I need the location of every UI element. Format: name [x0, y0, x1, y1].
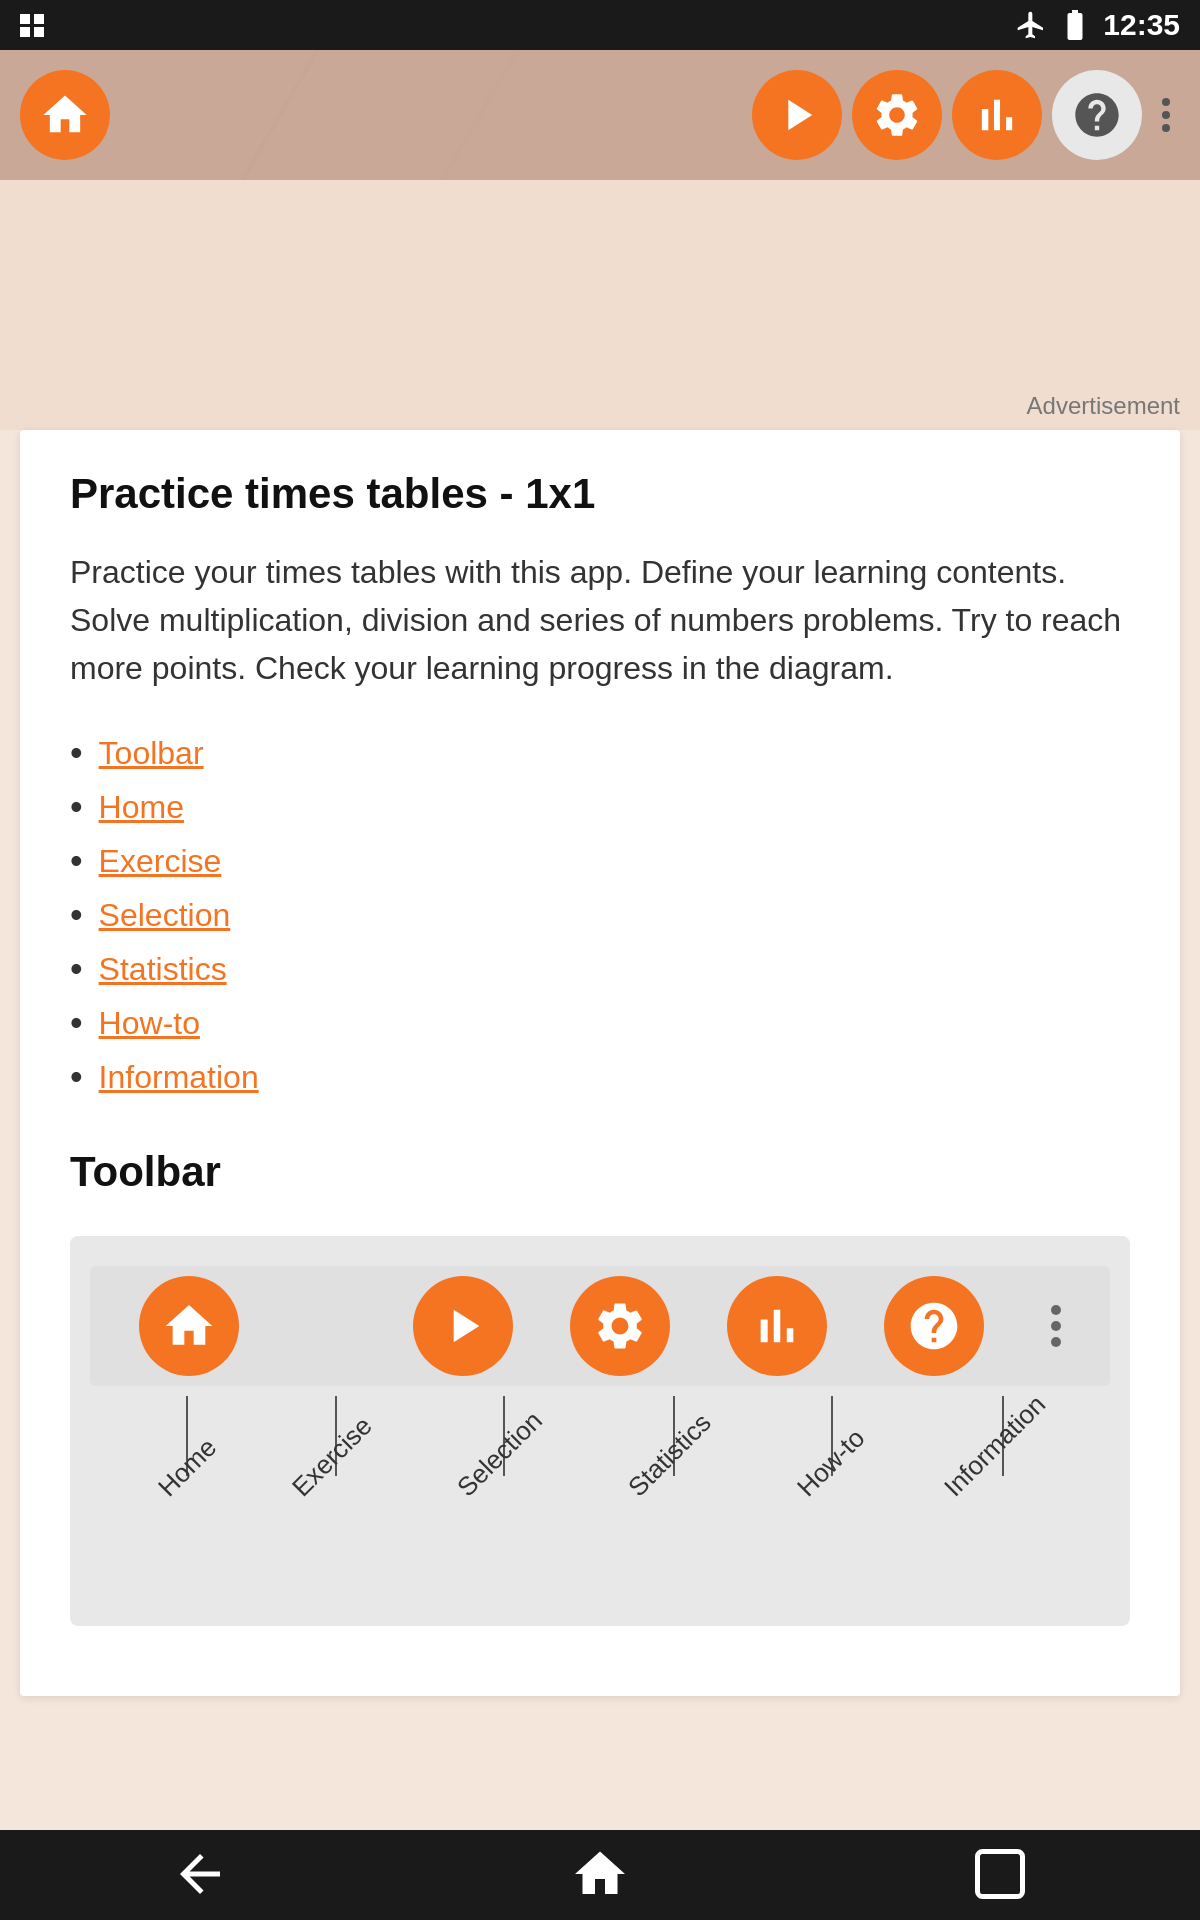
information-link[interactable]: Information — [99, 1059, 259, 1096]
label-selection: Selection — [451, 1396, 558, 1596]
status-bar-right: 12:35 — [1015, 7, 1180, 43]
label-information-text: Information — [938, 1389, 1052, 1503]
list-item: Statistics — [70, 948, 1130, 990]
settings-button[interactable] — [852, 70, 942, 160]
list-item: Home — [70, 786, 1130, 828]
recents-icon — [970, 1844, 1030, 1904]
diag-chart-btn[interactable] — [727, 1276, 827, 1376]
page-title: Practice times tables - 1x1 — [70, 470, 1130, 518]
list-item: Selection — [70, 894, 1130, 936]
play-icon — [771, 89, 823, 141]
chart-icon — [971, 89, 1023, 141]
recents-button[interactable] — [960, 1834, 1040, 1917]
label-statistics-text: Statistics — [622, 1407, 717, 1502]
label-selection-text: Selection — [451, 1405, 549, 1503]
gear-icon — [871, 89, 923, 141]
diag-play-icon — [435, 1298, 491, 1354]
diag-home-btn[interactable] — [139, 1276, 239, 1376]
intro-text: Practice your times tables with this app… — [70, 548, 1130, 692]
list-item: Information — [70, 1056, 1130, 1098]
ad-label: Advertisement — [1027, 392, 1180, 420]
list-item: Toolbar — [70, 732, 1130, 774]
label-information: Information — [938, 1396, 1068, 1596]
label-exercise-text: Exercise — [286, 1410, 378, 1502]
list-item: How-to — [70, 1002, 1130, 1044]
section-title: Toolbar — [70, 1148, 1130, 1196]
diagram-labels: Home Exercise Selection Statistics How-t… — [90, 1386, 1110, 1606]
home-button[interactable] — [20, 70, 110, 160]
toolbar-right — [752, 70, 1180, 160]
back-icon — [170, 1844, 230, 1904]
diag-more-dots[interactable] — [1051, 1305, 1061, 1347]
howto-link[interactable]: How-to — [99, 1005, 200, 1042]
help-button[interactable] — [1052, 70, 1142, 160]
toolbar-link[interactable]: Toolbar — [99, 735, 204, 772]
diag-gear-icon — [592, 1298, 648, 1354]
status-bar-left — [20, 14, 44, 37]
label-exercise: Exercise — [286, 1396, 386, 1596]
back-button[interactable] — [160, 1834, 240, 1917]
bottom-nav — [0, 1830, 1200, 1920]
diag-play-btn[interactable] — [413, 1276, 513, 1376]
links-list: Toolbar Home Exercise Selection Statisti… — [70, 732, 1130, 1098]
toolbar-left — [20, 70, 752, 160]
content-card: Practice times tables - 1x1 Practice you… — [20, 430, 1180, 1696]
nav-home-icon — [570, 1844, 630, 1904]
diag-settings-btn[interactable] — [570, 1276, 670, 1376]
time-display: 12:35 — [1103, 8, 1180, 42]
toolbar-diagram: Home Exercise Selection Statistics How-t… — [70, 1236, 1130, 1626]
list-item: Exercise — [70, 840, 1130, 882]
svg-rect-0 — [978, 1851, 1023, 1896]
diagram-icons-row — [90, 1266, 1110, 1386]
grid-icon — [20, 14, 44, 37]
diag-home-icon — [161, 1298, 217, 1354]
top-toolbar — [0, 50, 1200, 180]
play-button[interactable] — [752, 70, 842, 160]
statistics-link[interactable]: Statistics — [99, 951, 227, 988]
selection-link[interactable]: Selection — [99, 897, 231, 934]
diag-help-btn[interactable] — [884, 1276, 984, 1376]
airplane-icon — [1015, 9, 1047, 41]
diag-chart-icon — [749, 1298, 805, 1354]
home-icon — [39, 89, 91, 141]
more-menu-button[interactable] — [1152, 88, 1180, 142]
nav-home-button[interactable] — [560, 1834, 640, 1917]
label-home: Home — [152, 1396, 221, 1596]
home-link[interactable]: Home — [99, 789, 184, 826]
label-statistics: Statistics — [622, 1396, 726, 1596]
diag-question-icon — [906, 1298, 962, 1354]
stats-button[interactable] — [952, 70, 1042, 160]
battery-icon — [1057, 7, 1093, 43]
question-icon — [1071, 89, 1123, 141]
exercise-link[interactable]: Exercise — [99, 843, 222, 880]
status-bar: 12:35 — [0, 0, 1200, 50]
label-howto: How-to — [791, 1396, 873, 1596]
ad-banner: Advertisement — [0, 180, 1200, 430]
